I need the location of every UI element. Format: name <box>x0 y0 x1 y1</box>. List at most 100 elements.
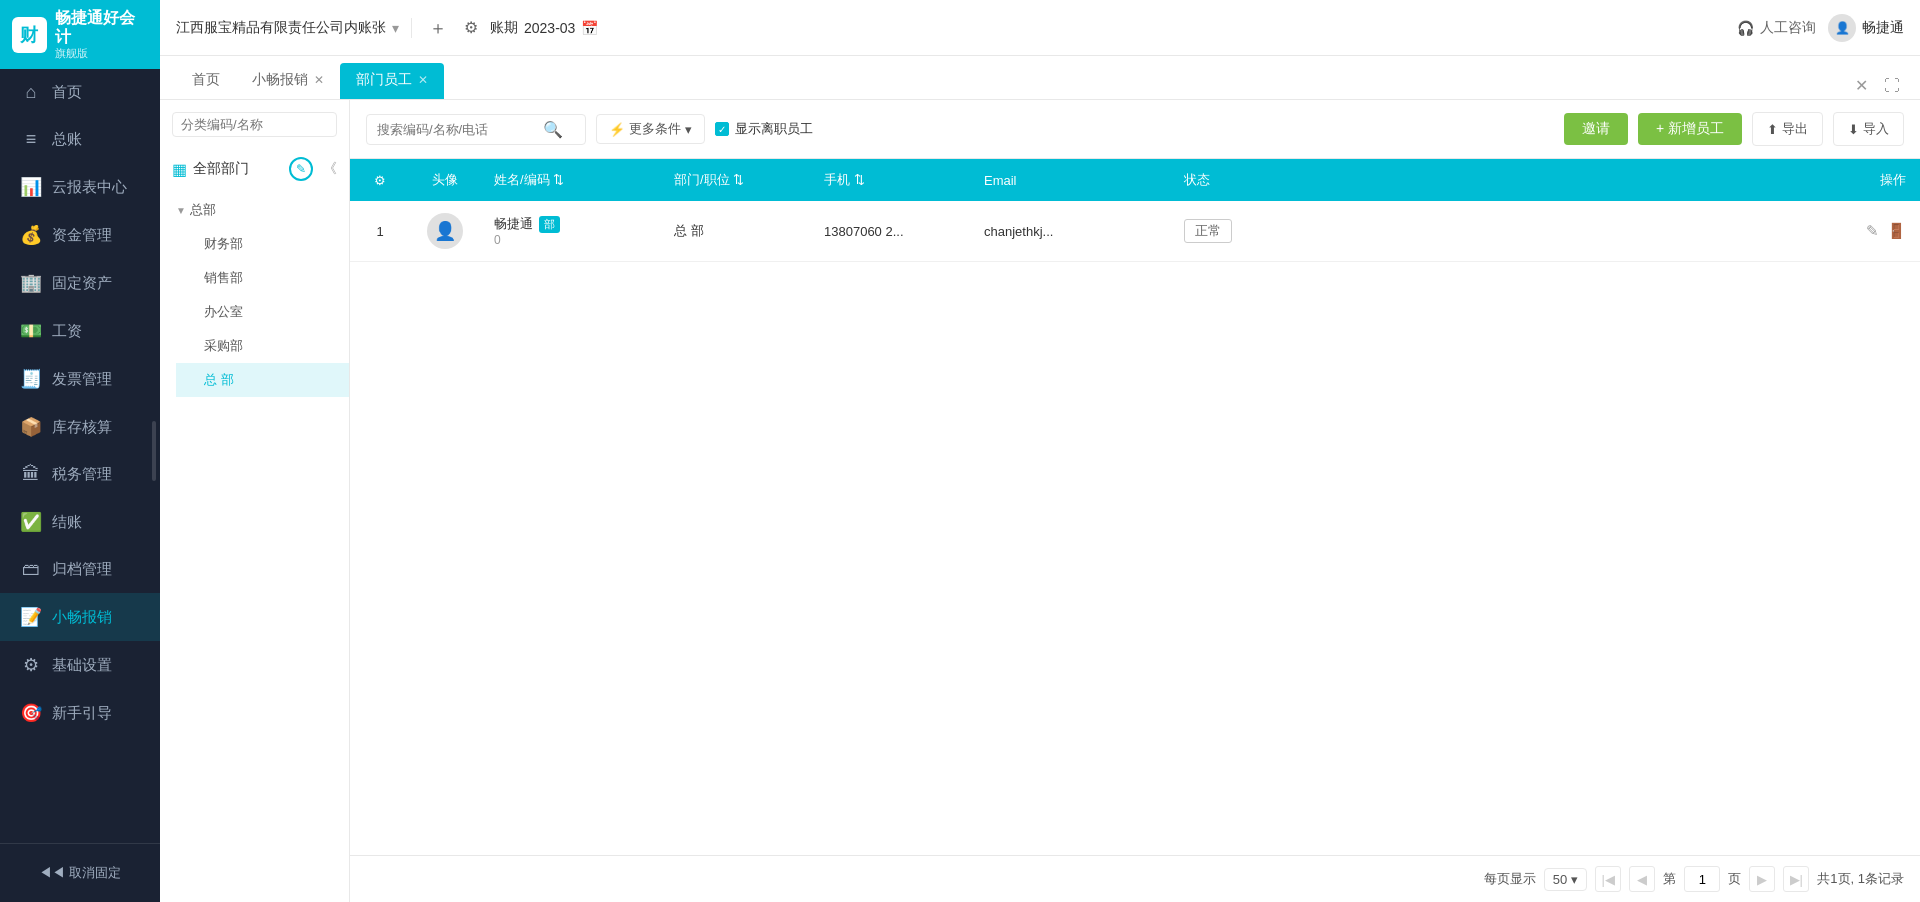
col-header-avatar: 头像 <box>410 159 480 201</box>
next-page-button[interactable]: ▶ <box>1749 866 1775 892</box>
employee-table-container: ⚙ 头像 姓名/编码 ⇅ 部门/职位 ⇅ 手机 ⇅ Email <box>350 159 1920 855</box>
sidebar-item-archive[interactable]: 🗃 归档管理 <box>0 546 160 593</box>
add-book-button[interactable]: ＋ <box>424 14 452 42</box>
dept-parent-general-label: 总部 <box>190 201 216 219</box>
dept-item-sales[interactable]: 销售部 <box>176 261 349 295</box>
maximize-window-button[interactable]: ⛶ <box>1880 73 1904 99</box>
sidebar-item-settle[interactable]: ✅ 结账 <box>0 498 160 546</box>
support-button[interactable]: 🎧 人工咨询 <box>1737 19 1816 37</box>
import-label: 导入 <box>1863 120 1889 138</box>
col-header-name[interactable]: 姓名/编码 ⇅ <box>480 159 660 201</box>
sidebar-item-label-salary: 工资 <box>52 322 82 341</box>
sidebar-item-label-expense: 小畅报销 <box>52 608 112 627</box>
assets-icon: 🏢 <box>20 272 42 294</box>
sidebar-item-guide[interactable]: 🎯 新手引导 <box>0 689 160 737</box>
close-window-button[interactable]: ✕ <box>1851 72 1872 99</box>
export-button[interactable]: ⬆ 导出 <box>1752 112 1823 146</box>
basic-icon: ⚙ <box>20 654 42 676</box>
logout-employee-button[interactable]: 🚪 <box>1887 222 1906 240</box>
import-button[interactable]: ⬇ 导入 <box>1833 112 1904 146</box>
filter-chevron-icon: ▾ <box>685 122 692 137</box>
sidebar-item-basic[interactable]: ⚙ 基础设置 <box>0 641 160 689</box>
main-area: 江西服宝精品有限责任公司内账张 ▾ ＋ ⚙ 账期 2023-03 📅 🎧 人工咨… <box>160 0 1920 902</box>
tab-expense-close-icon[interactable]: ✕ <box>314 73 324 87</box>
calendar-icon[interactable]: 📅 <box>581 20 598 36</box>
dept-item-purchase[interactable]: 采购部 <box>176 329 349 363</box>
total-records-label: 共1页, 1条记录 <box>1817 870 1904 888</box>
sidebar-item-label-guide: 新手引导 <box>52 704 112 723</box>
employee-search-input[interactable] <box>377 122 537 137</box>
sidebar-item-expense[interactable]: 📝 小畅报销 <box>0 593 160 641</box>
topbar: 江西服宝精品有限责任公司内账张 ▾ ＋ ⚙ 账期 2023-03 📅 🎧 人工咨… <box>160 0 1920 56</box>
inventory-icon: 📦 <box>20 416 42 438</box>
period-label: 账期 <box>490 19 518 37</box>
tab-home[interactable]: 首页 <box>176 63 236 99</box>
logo-title: 畅捷通好会计 <box>55 8 148 46</box>
employee-search-icon[interactable]: 🔍 <box>543 120 563 139</box>
dept-item-office[interactable]: 办公室 <box>176 295 349 329</box>
employee-name: 畅捷通 <box>494 215 533 233</box>
sidebar-item-ledger[interactable]: ≡ 总账 <box>0 116 160 163</box>
tab-department-close-icon[interactable]: ✕ <box>418 73 428 87</box>
dept-badge: 部 <box>539 216 560 233</box>
sidebar-item-home[interactable]: ⌂ 首页 <box>0 69 160 116</box>
tab-expense-label: 小畅报销 <box>252 71 308 89</box>
scroll-indicator <box>152 421 156 481</box>
last-page-button[interactable]: ▶| <box>1783 866 1809 892</box>
invite-button[interactable]: 邀请 <box>1564 113 1628 145</box>
employee-search-box[interactable]: 🔍 <box>366 114 586 145</box>
tab-home-label: 首页 <box>192 71 220 89</box>
dept-item-general-hq[interactable]: 总 部 <box>176 363 349 397</box>
show-resigned-checkbox[interactable]: ✓ <box>715 122 729 136</box>
dept-search-box[interactable]: 🔍 <box>172 112 337 137</box>
show-resigned-checkbox-label[interactable]: ✓ 显示离职员工 <box>715 120 813 138</box>
cancel-fix-button[interactable]: ◀◀ 取消固定 <box>0 856 160 890</box>
col-header-phone[interactable]: 手机 ⇅ <box>810 159 970 201</box>
sidebar-item-label-ledger: 总账 <box>52 130 82 149</box>
page-size-value: 50 <box>1553 872 1567 887</box>
sidebar-item-label-settle: 结账 <box>52 513 82 532</box>
col-header-email: Email <box>970 159 1170 201</box>
all-dept-header[interactable]: ▦ 全部部门 ✎ 《 <box>160 149 349 189</box>
sidebar-item-invoice[interactable]: 🧾 发票管理 <box>0 355 160 403</box>
page-size-select[interactable]: 50 ▾ <box>1544 868 1587 891</box>
sidebar-item-fund[interactable]: 💰 资金管理 <box>0 211 160 259</box>
sidebar-item-label-invoice: 发票管理 <box>52 370 112 389</box>
dept-edit-button[interactable]: ✎ <box>289 157 313 181</box>
more-filter-button[interactable]: ⚡ 更多条件 ▾ <box>596 114 705 144</box>
prev-page-button[interactable]: ◀ <box>1629 866 1655 892</box>
dept-group-general: 财务部 销售部 办公室 采购部 总 部 <box>160 227 349 397</box>
edit-employee-button[interactable]: ✎ <box>1866 222 1879 240</box>
col-header-settings[interactable]: ⚙ <box>350 159 410 201</box>
add-employee-button[interactable]: + 新增员工 <box>1638 113 1742 145</box>
sidebar-item-tax[interactable]: 🏛 税务管理 <box>0 451 160 498</box>
company-selector[interactable]: 江西服宝精品有限责任公司内账张 ▾ <box>176 19 399 37</box>
tab-department[interactable]: 部门员工 ✕ <box>340 63 444 99</box>
first-page-button[interactable]: |◀ <box>1595 866 1621 892</box>
sidebar-item-reports[interactable]: 📊 云报表中心 <box>0 163 160 211</box>
dept-tree: ▼ 总部 财务部 销售部 办公室 采购部 总 部 <box>160 189 349 401</box>
tax-icon: 🏛 <box>20 464 42 485</box>
sidebar-item-label-home: 首页 <box>52 83 82 102</box>
support-label: 人工咨询 <box>1760 19 1816 37</box>
settings-button[interactable]: ⚙ <box>464 18 478 37</box>
salary-icon: 💵 <box>20 320 42 342</box>
sidebar-item-salary[interactable]: 💵 工资 <box>0 307 160 355</box>
sidebar-item-label-fund: 资金管理 <box>52 226 112 245</box>
sidebar-item-inventory[interactable]: 📦 库存核算 <box>0 403 160 451</box>
page-number-input[interactable] <box>1684 866 1720 892</box>
dept-collapse-button[interactable]: 《 <box>323 160 337 178</box>
arrow-down-icon: ▼ <box>176 205 186 216</box>
dept-search-input[interactable] <box>181 117 349 132</box>
name-badge: 畅捷通 部 <box>494 215 560 233</box>
export-label: 导出 <box>1782 120 1808 138</box>
col-header-dept[interactable]: 部门/职位 ⇅ <box>660 159 810 201</box>
dept-parent-general[interactable]: ▼ 总部 <box>160 193 349 227</box>
logo-subtitle: 旗舰版 <box>55 46 148 61</box>
tab-expense[interactable]: 小畅报销 ✕ <box>236 63 340 99</box>
dept-item-finance[interactable]: 财务部 <box>176 227 349 261</box>
topbar-divider-1 <box>411 18 412 38</box>
user-menu[interactable]: 👤 畅捷通 <box>1828 14 1904 42</box>
sidebar-item-assets[interactable]: 🏢 固定资产 <box>0 259 160 307</box>
ledger-icon: ≡ <box>20 129 42 150</box>
